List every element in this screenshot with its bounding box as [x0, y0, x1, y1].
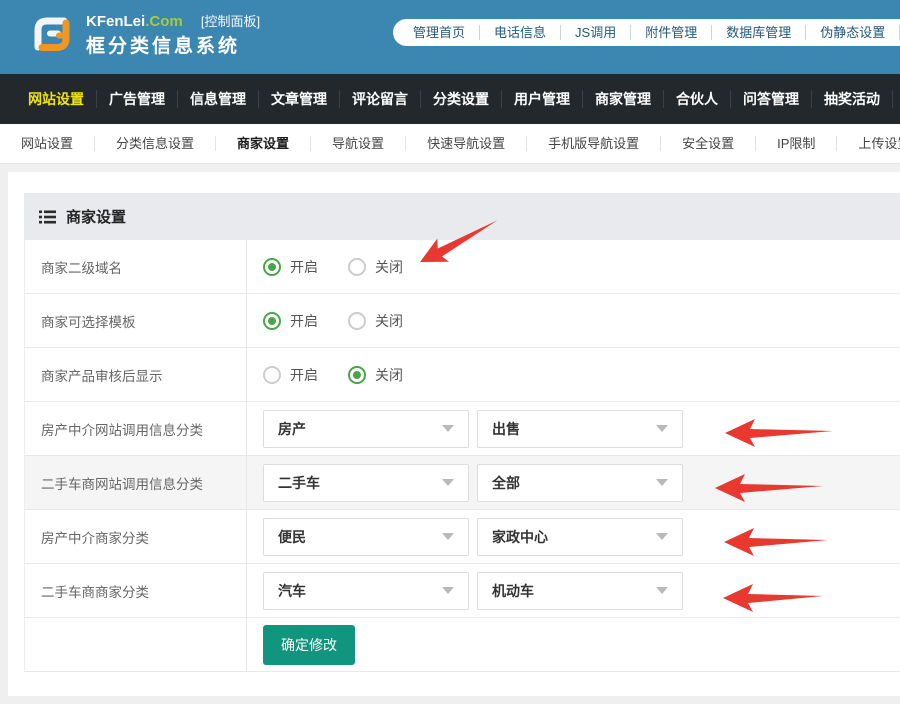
- chevron-down-icon: [442, 587, 454, 594]
- main-nav-articles[interactable]: 文章管理: [258, 90, 339, 108]
- sub-nav: 网站设置 分类信息设置 商家设置 导航设置 快速导航设置 手机版导航设置 安全设…: [0, 124, 900, 164]
- brand-logo-link[interactable]: KFenLei.Com [控制面板] 框分类信息系统: [30, 12, 260, 60]
- select-realestate-category[interactable]: 房产: [263, 410, 469, 448]
- sub-nav-ip-limit[interactable]: IP限制: [755, 136, 836, 151]
- top-menu-item-rewrite[interactable]: 伪静态设置: [805, 25, 899, 40]
- system-title: 框分类信息系统: [86, 34, 260, 60]
- radio-icon: [263, 258, 281, 276]
- main-nav-qa[interactable]: 问答管理: [730, 90, 811, 108]
- panel-header: 商家设置: [24, 193, 900, 240]
- radio-icon: [263, 312, 281, 330]
- chevron-down-icon: [442, 479, 454, 486]
- select-usedcar-merchant-category[interactable]: 汽车: [263, 572, 469, 610]
- row-content: 确定修改: [247, 625, 900, 665]
- sub-nav-navigation[interactable]: 导航设置: [310, 136, 405, 151]
- select-realestate-merchant-category[interactable]: 便民: [263, 518, 469, 556]
- sub-nav-site-settings[interactable]: 网站设置: [0, 136, 94, 151]
- chevron-down-icon: [656, 533, 668, 540]
- chevron-down-icon: [656, 587, 668, 594]
- row-label: [25, 618, 247, 671]
- top-header: KFenLei.Com [控制面板] 框分类信息系统 管理首页 电话信息 JS调…: [0, 0, 900, 74]
- top-menu-item-phone-info[interactable]: 电话信息: [479, 25, 560, 40]
- form-row-subdomain: 商家二级域名 开启 关闭: [25, 240, 900, 294]
- main-nav-partners[interactable]: 合伙人: [663, 90, 730, 108]
- form-row-realestate-info-category: 房产中介网站调用信息分类 房产 出售: [25, 402, 900, 456]
- form-row-template: 商家可选择模板 开启 关闭: [25, 294, 900, 348]
- merchant-settings-form: 商家二级域名 开启 关闭 商家可选择模板: [24, 240, 900, 672]
- sub-nav-category-info[interactable]: 分类信息设置: [94, 136, 215, 151]
- top-menu-item-home[interactable]: 管理首页: [399, 25, 479, 40]
- chevron-down-icon: [656, 479, 668, 486]
- content-card: 商家设置 商家二级域名 开启 关闭 商家可选择模: [8, 172, 900, 696]
- brand-text: KFenLei.Com [控制面板] 框分类信息系统: [86, 12, 260, 60]
- sub-nav-quick-nav[interactable]: 快速导航设置: [405, 136, 526, 151]
- top-menu: 管理首页 电话信息 JS调用 附件管理 数据库管理 伪静态设置 日志管理 举: [393, 19, 900, 46]
- confirm-modify-button[interactable]: 确定修改: [263, 625, 355, 665]
- radio-icon: [348, 312, 366, 330]
- radio-icon: [348, 258, 366, 276]
- row-label: 二手车商商家分类: [25, 564, 247, 617]
- page-body: 商家设置 商家二级域名 开启 关闭 商家可选择模: [0, 164, 900, 704]
- select-realestate-merchant-subcategory[interactable]: 家政中心: [477, 518, 683, 556]
- form-row-submit: 确定修改: [25, 618, 900, 672]
- radio-subdomain-on[interactable]: 开启: [263, 257, 318, 277]
- row-content: 开启 关闭: [247, 257, 900, 277]
- row-label: 商家可选择模板: [25, 294, 247, 347]
- main-nav-wechat[interactable]: 微信: [892, 90, 900, 108]
- sub-nav-merchant-settings[interactable]: 商家设置: [215, 136, 310, 151]
- top-menu-item-js-call[interactable]: JS调用: [560, 25, 630, 40]
- chevron-down-icon: [442, 533, 454, 540]
- form-row-usedcar-info-category: 二手车商网站调用信息分类 二手车 全部: [25, 456, 900, 510]
- form-row-usedcar-merchant-category: 二手车商商家分类 汽车 机动车: [25, 564, 900, 618]
- brand-name: KFenLei: [86, 13, 145, 30]
- form-row-realestate-merchant-category: 房产中介商家分类 便民 家政中心: [25, 510, 900, 564]
- select-realestate-subcategory[interactable]: 出售: [477, 410, 683, 448]
- radio-subdomain-off[interactable]: 关闭: [348, 257, 403, 277]
- row-label: 房产中介网站调用信息分类: [25, 402, 247, 455]
- main-nav-lottery[interactable]: 抽奖活动: [811, 90, 892, 108]
- row-content: 开启 关闭: [247, 365, 900, 385]
- main-nav-merchants[interactable]: 商家管理: [582, 90, 663, 108]
- row-content: 房产 出售: [247, 410, 900, 448]
- row-content: 二手车 全部: [247, 464, 900, 502]
- sub-nav-security[interactable]: 安全设置: [660, 136, 755, 151]
- control-panel-tag: [控制面板]: [201, 14, 260, 29]
- main-nav-info[interactable]: 信息管理: [177, 90, 258, 108]
- row-content: 开启 关闭: [247, 311, 900, 331]
- row-content: 便民 家政中心: [247, 518, 900, 556]
- select-usedcar-subcategory[interactable]: 全部: [477, 464, 683, 502]
- top-menu-item-database[interactable]: 数据库管理: [711, 25, 805, 40]
- sub-nav-upload[interactable]: 上传设置: [836, 136, 900, 151]
- top-menu-item-attachments[interactable]: 附件管理: [630, 25, 711, 40]
- select-usedcar-category[interactable]: 二手车: [263, 464, 469, 502]
- radio-icon: [263, 366, 281, 384]
- brand-logo-icon: [30, 12, 74, 56]
- radio-template-off[interactable]: 关闭: [348, 311, 403, 331]
- chevron-down-icon: [442, 425, 454, 432]
- row-label: 商家产品审核后显示: [25, 348, 247, 401]
- main-nav-ads[interactable]: 广告管理: [96, 90, 177, 108]
- radio-review-off[interactable]: 关闭: [348, 365, 403, 385]
- panel-title: 商家设置: [66, 206, 126, 227]
- row-label: 商家二级域名: [25, 240, 247, 293]
- select-usedcar-merchant-subcategory[interactable]: 机动车: [477, 572, 683, 610]
- row-label: 二手车商网站调用信息分类: [25, 456, 247, 509]
- main-nav-comments[interactable]: 评论留言: [339, 90, 420, 108]
- list-icon: [39, 210, 56, 224]
- radio-review-on[interactable]: 开启: [263, 365, 318, 385]
- row-content: 汽车 机动车: [247, 572, 900, 610]
- sub-nav-mobile-nav[interactable]: 手机版导航设置: [526, 136, 660, 151]
- chevron-down-icon: [656, 425, 668, 432]
- main-nav-categories[interactable]: 分类设置: [420, 90, 501, 108]
- form-row-product-review: 商家产品审核后显示 开启 关闭: [25, 348, 900, 402]
- radio-icon: [348, 366, 366, 384]
- main-nav: 网站设置 广告管理 信息管理 文章管理 评论留言 分类设置 用户管理 商家管理 …: [0, 74, 900, 124]
- row-label: 房产中介商家分类: [25, 510, 247, 563]
- brand-domain-suffix: .Com: [145, 13, 183, 30]
- main-nav-site-settings[interactable]: 网站设置: [16, 90, 96, 108]
- main-nav-users[interactable]: 用户管理: [501, 90, 582, 108]
- radio-template-on[interactable]: 开启: [263, 311, 318, 331]
